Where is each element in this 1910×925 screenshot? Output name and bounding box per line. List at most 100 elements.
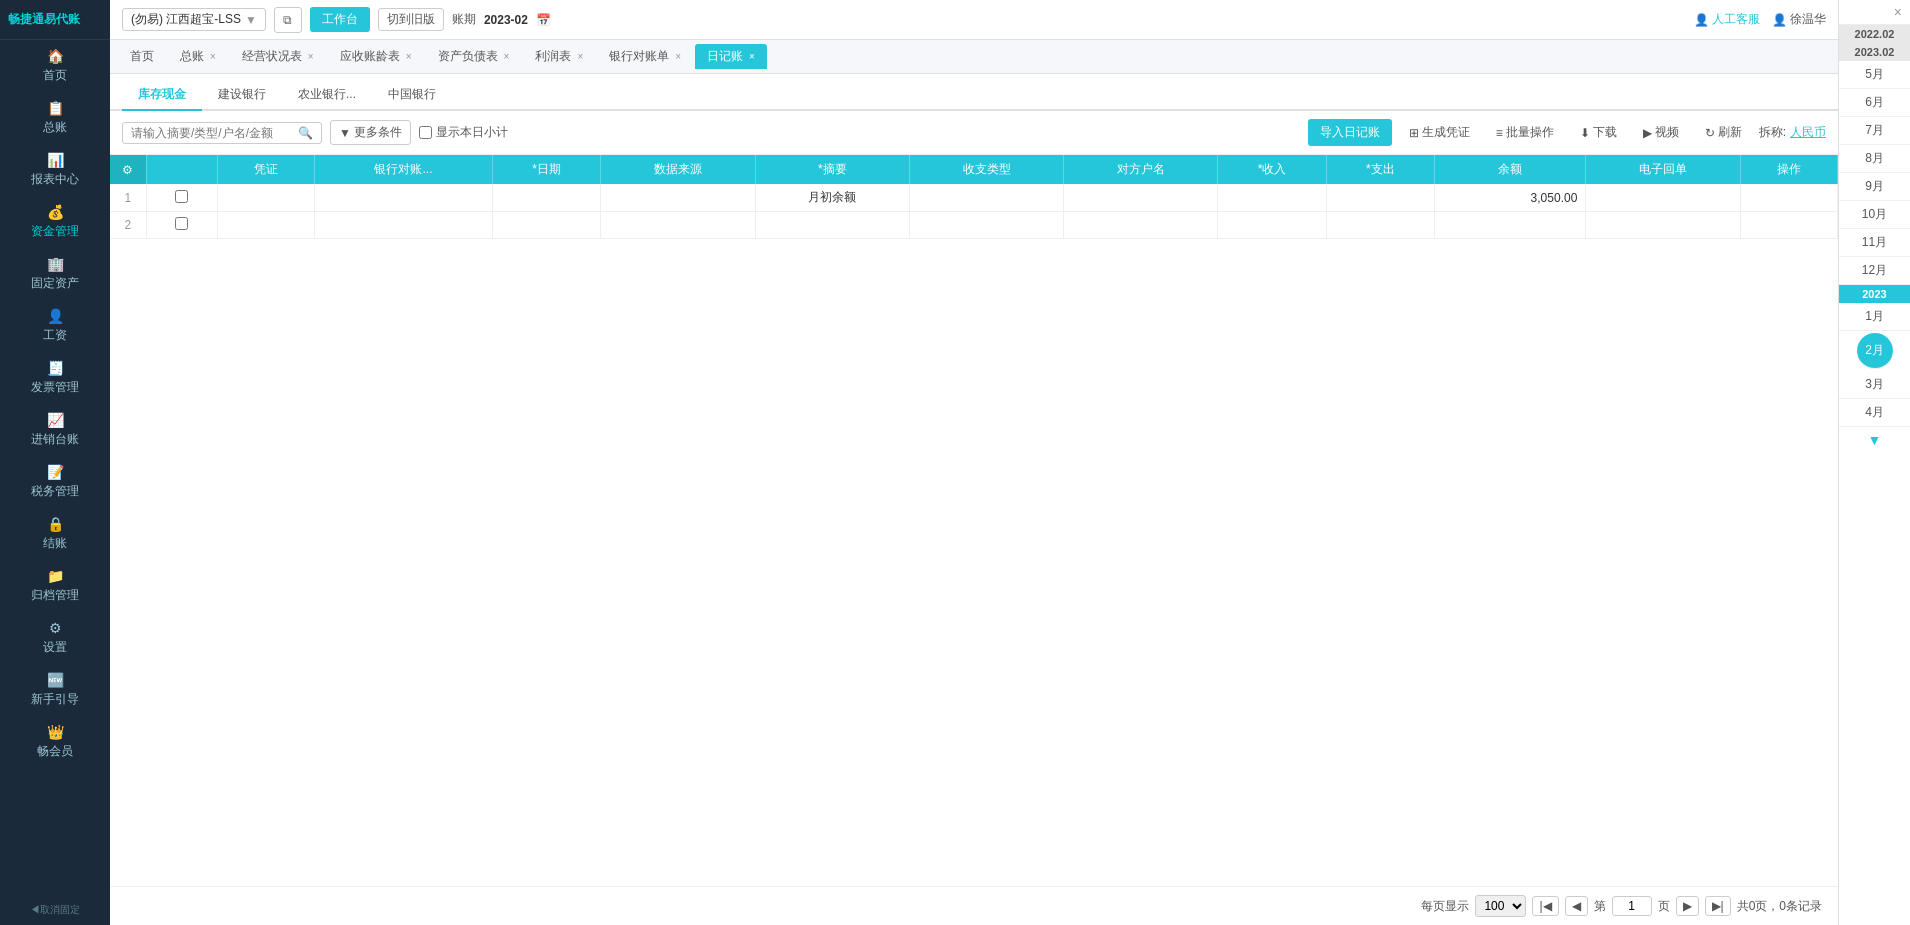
month-item-2023-1[interactable]: 1月 (1839, 303, 1910, 331)
tab-business[interactable]: 经营状况表 × (230, 44, 326, 69)
user-menu[interactable]: 👤 徐温华 (1772, 11, 1826, 28)
refresh-button[interactable]: ↻ 刷新 (1696, 120, 1751, 145)
tab-journal[interactable]: 日记账 × (695, 44, 767, 69)
sidebar-item-home[interactable]: 🏠首页 (0, 40, 110, 92)
sidebar-item-guide[interactable]: 🆕新手引导 (0, 664, 110, 716)
tab-label-business: 经营状况表 (242, 48, 302, 65)
sub-tab-cash[interactable]: 库存现金 (122, 80, 202, 111)
cell-bank_reconcile (314, 184, 492, 212)
filter-button[interactable]: ▼ 更多条件 (330, 120, 411, 145)
sidebar-item-sales[interactable]: 📈进销台账 (0, 404, 110, 456)
table-row: 1月初余额3,050.00 (110, 184, 1838, 212)
show-today-checkbox[interactable]: 显示本日小计 (419, 124, 508, 141)
month-item-2023-2[interactable]: 2月 (1857, 333, 1893, 369)
month-item-2023-4[interactable]: 4月 (1839, 399, 1910, 427)
col-header-bank_reconcile: 银行对账... (314, 155, 492, 184)
tab-label-home: 首页 (130, 48, 154, 65)
sidebar-item-ledger[interactable]: 📋总账 (0, 92, 110, 144)
cell-settings_cell: 2 (110, 212, 146, 239)
next-page-button[interactable]: ▶ (1676, 896, 1699, 916)
sidebar-item-tax[interactable]: 📝税务管理 (0, 456, 110, 508)
customer-service-button[interactable]: 👤 人工客服 (1694, 11, 1760, 28)
search-input[interactable] (131, 126, 294, 140)
per-page-label: 每页显示 (1421, 898, 1469, 915)
show-today-input[interactable] (419, 126, 432, 139)
sidebar: 畅捷通易代账 🏠首页📋总账📊报表中心💰资金管理🏢固定资产👤工资🧾发票管理📈进销台… (0, 0, 110, 925)
col-header-income: *收入 (1218, 155, 1326, 184)
tab-close-business[interactable]: × (308, 51, 314, 62)
main-tabs: 首页总账×经营状况表×应收账龄表×资产负债表×利润表×银行对账单×日记账× (110, 40, 1838, 74)
cell-action (1740, 212, 1837, 239)
sub-tab-ccb[interactable]: 建设银行 (202, 80, 282, 111)
cell-data_source (601, 212, 755, 239)
download-button[interactable]: ⬇ 下载 (1571, 120, 1626, 145)
month-item-2022-11[interactable]: 11月 (1839, 229, 1910, 257)
sub-tab-abc[interactable]: 农业银行... (282, 80, 372, 111)
video-button[interactable]: ▶ 视频 (1634, 120, 1688, 145)
cell-checkbox_cell (146, 184, 217, 212)
prev-page-button[interactable]: ◀ (1565, 896, 1588, 916)
content-area: 库存现金建设银行农业银行...中国银行 🔍 ▼ 更多条件 显示本日小计 导入日记… (110, 74, 1838, 925)
sidebar-label-closing: 结账 (43, 535, 67, 552)
video-icon: ▶ (1643, 126, 1652, 140)
month-item-2022-9[interactable]: 9月 (1839, 173, 1910, 201)
tab-profit[interactable]: 利润表× (523, 44, 595, 69)
tab-bank[interactable]: 银行对账单× (597, 44, 693, 69)
search-icon[interactable]: 🔍 (298, 126, 313, 140)
month-item-2023-3[interactable]: 3月 (1839, 371, 1910, 399)
row-checkbox-0[interactable] (175, 190, 188, 203)
month-item-2022-10[interactable]: 10月 (1839, 201, 1910, 229)
month-item-2022-6[interactable]: 6月 (1839, 89, 1910, 117)
sidebar-item-assets[interactable]: 🏢固定资产 (0, 248, 110, 300)
sidebar-item-archive[interactable]: 📁归档管理 (0, 560, 110, 612)
sidebar-item-invoice[interactable]: 🧾发票管理 (0, 352, 110, 404)
unpin-button[interactable]: ◀取消固定 (0, 895, 110, 925)
tab-close-assets[interactable]: × (504, 51, 510, 62)
old-version-button[interactable]: 切到旧版 (378, 8, 444, 31)
tab-ledger[interactable]: 总账× (168, 44, 228, 69)
tab-close-receivable[interactable]: × (406, 51, 412, 62)
sidebar-item-capital[interactable]: 💰资金管理 (0, 196, 110, 248)
tab-close-bank[interactable]: × (675, 51, 681, 62)
first-page-button[interactable]: |◀ (1532, 896, 1558, 916)
sidebar-item-closing[interactable]: 🔒结账 (0, 508, 110, 560)
month-item-2022-8[interactable]: 8月 (1839, 145, 1910, 173)
batch-op-button[interactable]: ≡ 批量操作 (1487, 120, 1563, 145)
month-item-2022-5[interactable]: 5月 (1839, 61, 1910, 89)
sidebar-item-settings[interactable]: ⚙设置 (0, 612, 110, 664)
sub-tab-boc[interactable]: 中国银行 (372, 80, 452, 111)
page-suffix: 页 (1658, 898, 1670, 915)
tab-label-journal: 日记账 (707, 48, 743, 65)
tab-close-journal[interactable]: × (749, 51, 755, 62)
import-button[interactable]: 导入日记账 (1308, 119, 1392, 146)
cell-balance: 3,050.00 (1435, 184, 1586, 212)
tab-assets[interactable]: 资产负债表× (426, 44, 522, 69)
currency-link[interactable]: 人民币 (1790, 124, 1826, 141)
total-info: 共0页，0条记录 (1737, 898, 1822, 915)
last-page-button[interactable]: ▶| (1705, 896, 1731, 916)
per-page-select[interactable]: 2050100200 (1475, 895, 1526, 917)
copy-button[interactable]: ⧉ (274, 7, 302, 33)
month-item-2022-7[interactable]: 7月 (1839, 117, 1910, 145)
row-checkbox-1[interactable] (175, 217, 188, 230)
page-prefix: 第 (1594, 898, 1606, 915)
date-panel-down-arrow[interactable]: ▼ (1839, 427, 1910, 453)
workbench-button[interactable]: 工作台 (310, 7, 370, 32)
tab-close-ledger[interactable]: × (210, 51, 216, 62)
sidebar-item-member[interactable]: 👑畅会员 (0, 716, 110, 768)
cell-voucher (217, 184, 314, 212)
calendar-icon[interactable]: 📅 (536, 13, 551, 27)
date-panel-close-button[interactable]: × (1839, 0, 1910, 25)
tab-receivable[interactable]: 应收账龄表× (328, 44, 424, 69)
current-page-input[interactable] (1612, 896, 1652, 916)
month-item-2022-12[interactable]: 12月 (1839, 257, 1910, 285)
sidebar-item-payroll[interactable]: 👤工资 (0, 300, 110, 352)
guide-icon: 🆕 (47, 672, 64, 688)
gen-voucher-button[interactable]: ⊞ 生成凭证 (1400, 120, 1479, 145)
sidebar-item-reports[interactable]: 📊报表中心 (0, 144, 110, 196)
tab-close-profit[interactable]: × (577, 51, 583, 62)
date-panel: × 2022.022023.025月6月7月8月9月10月11月12月20231… (1838, 0, 1910, 925)
sales-icon: 📈 (47, 412, 64, 428)
company-selector[interactable]: (勿易) 江西超宝-LSS ▼ (122, 8, 266, 31)
tab-home[interactable]: 首页 (118, 44, 166, 69)
